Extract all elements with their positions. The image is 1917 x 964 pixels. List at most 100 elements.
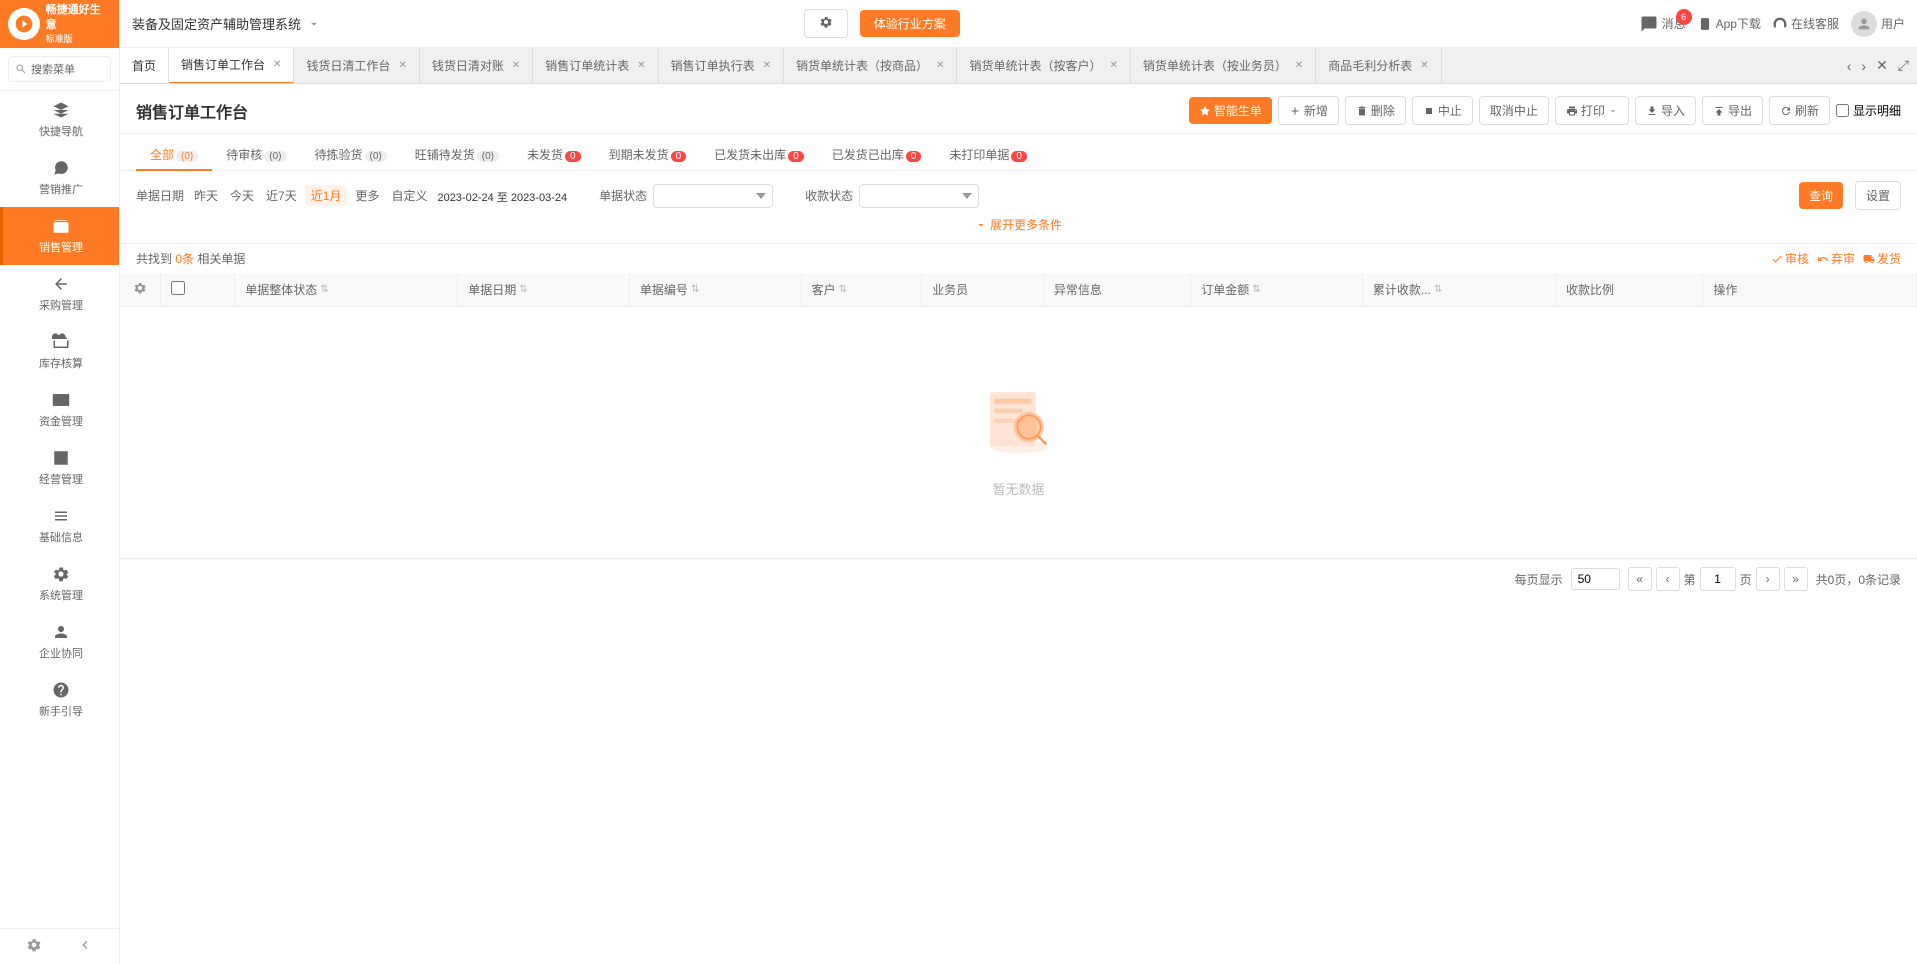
filter-tab-wangpu[interactable]: 旺铺待发货(0) [401,140,513,171]
tab-product-margin[interactable]: 商品毛利分析表 ✕ [1316,48,1441,84]
select-all-checkbox[interactable] [171,281,185,295]
date-btn-yesterday[interactable]: 昨天 [190,185,222,206]
print-btn[interactable]: 打印 [1555,96,1629,125]
sidebar-item-purchase[interactable]: 采购管理 [0,265,119,323]
sort-customer[interactable]: 客户 ⇅ [812,281,911,298]
tab-sales-order-workbench[interactable]: 销售订单工作台 ✕ [169,48,294,84]
online-service-btn[interactable]: 在线客服 [1773,15,1839,32]
page-number-input[interactable] [1700,567,1736,591]
add-btn[interactable]: 新增 [1278,96,1339,125]
show-detail-toggle[interactable]: 显示明细 [1836,102,1901,119]
page-last-btn[interactable]: » [1784,567,1808,591]
undo-review-action-btn[interactable]: 弃审 [1817,250,1855,267]
query-btn[interactable]: 查询 [1799,182,1843,209]
tab-close-all-btn[interactable]: ✕ [1872,55,1892,76]
page-title: 销售订单工作台 [136,99,248,123]
delete-btn[interactable]: 删除 [1345,96,1406,125]
tab-sales-order-stats[interactable]: 销售订单统计表 ✕ [533,48,658,84]
app-download-btn[interactable]: App下载 [1698,15,1761,32]
smart-create-btn[interactable]: 智能生单 [1189,97,1272,124]
tab-cash-daily[interactable]: 钱货日清工作台 ✕ [294,48,419,84]
sidebar-item-inventory[interactable]: 库存核算 [0,323,119,381]
tab-home[interactable]: 首页 [120,48,169,84]
tab-sales-stats-product[interactable]: 销货单统计表（按商品） ✕ [784,48,957,84]
th-collected: 累计收款... ⇅ [1362,273,1555,307]
tab-cash-reconcile[interactable]: 钱货日清对账 ✕ [420,48,533,84]
review-action-btn[interactable]: 审核 [1771,250,1809,267]
sidebar-item-basic-info[interactable]: 基础信息 [0,497,119,555]
payment-filter-select[interactable] [859,184,979,208]
sidebar-item-finance[interactable]: 资金管理 [0,381,119,439]
tab-close-btn[interactable]: ✕ [637,60,645,71]
import-btn[interactable]: 导入 [1635,96,1696,125]
show-detail-checkbox[interactable] [1836,104,1849,117]
industry-solution-btn[interactable]: 体验行业方案 [860,10,960,37]
sort-number[interactable]: 单据编号 ⇅ [640,281,791,298]
sidebar-item-sales[interactable]: 销售管理 [0,207,119,265]
sidebar-item-marketing[interactable]: 营销推广 [0,149,119,207]
settings-bottom-btn[interactable] [26,937,42,956]
tab-close-btn[interactable]: ✕ [936,60,944,71]
sidebar-item-enterprise[interactable]: 企业协同 [0,613,119,671]
refresh-btn[interactable]: 刷新 [1769,96,1830,125]
message-btn[interactable]: 6 消息 [1640,15,1686,33]
page-first-btn[interactable]: « [1628,567,1652,591]
column-settings-icon[interactable] [133,281,147,295]
stop-btn[interactable]: 中止 [1412,96,1473,125]
page-prev-btn[interactable]: ‹ [1656,567,1680,591]
tab-close-btn[interactable]: ✕ [1420,60,1428,71]
settings-gear-btn[interactable] [804,9,848,38]
tab-sales-stats-customer[interactable]: 销货单统计表（按客户） ✕ [957,48,1130,84]
sort-amount[interactable]: 订单金额 ⇅ [1201,281,1352,298]
filter-tab-all[interactable]: 全部(0) [136,140,212,171]
page-next-btn[interactable]: › [1756,567,1780,591]
export-btn[interactable]: 导出 [1702,96,1763,125]
expand-more-btn[interactable]: 展开更多条件 [975,216,1062,233]
date-btn-7days[interactable]: 近7天 [262,185,301,206]
tab-next-btn[interactable]: › [1857,56,1870,76]
date-btn-today[interactable]: 今天 [226,185,258,206]
tab-sales-stats-staff[interactable]: 销货单统计表（按业务员） ✕ [1131,48,1316,84]
ship-action-btn[interactable]: 发货 [1863,250,1901,267]
collapse-sidebar-btn[interactable] [77,937,93,956]
sidebar-item-system[interactable]: 系统管理 [0,555,119,613]
sidebar-item-label: 销售管理 [39,239,83,255]
cancel-stop-btn[interactable]: 取消中止 [1479,96,1549,125]
search-menu-button[interactable]: 搜索菜单 [8,56,111,82]
date-btn-custom[interactable]: 自定义 [387,185,431,206]
filter-tab-expired-not-shipped[interactable]: 到期未发货0 [595,140,701,171]
filter-tab-not-shipped[interactable]: 未发货0 [513,140,595,171]
user-profile-btn[interactable]: 用户 [1851,11,1905,37]
sidebar-item-guide[interactable]: 新手引导 [0,671,119,729]
tab-close-btn[interactable]: ✕ [1109,60,1117,71]
sidebar-item-label: 经营管理 [39,471,83,487]
filter-tab-shipped-out[interactable]: 已发货已出库0 [818,140,936,171]
tab-close-btn[interactable]: ✕ [273,59,281,70]
status-filter-select[interactable] [653,184,773,208]
th-abnormal: 异常信息 [1043,273,1190,307]
tab-close-btn[interactable]: ✕ [1295,60,1303,71]
tab-prev-btn[interactable]: ‹ [1843,56,1856,76]
filter-settings-btn[interactable]: 设置 [1855,181,1901,210]
filter-tab-shipped-not-out[interactable]: 已发货未出库0 [700,140,818,171]
tab-sales-order-exec[interactable]: 销售订单执行表 ✕ [659,48,784,84]
tab-close-btn[interactable]: ✕ [763,60,771,71]
filter-tab-not-printed[interactable]: 未打印单据0 [935,140,1041,171]
th-collected-label: 累计收款... [1373,281,1431,298]
print-dropdown-icon [1608,106,1618,116]
sidebar-item-quick-nav[interactable]: 快捷导航 [0,91,119,149]
sidebar-item-operations[interactable]: 经营管理 [0,439,119,497]
sort-collected[interactable]: 累计收款... ⇅ [1373,281,1545,298]
tab-close-btn[interactable]: ✕ [512,60,520,71]
filter-tab-pending-inspect[interactable]: 待拣验货(0) [301,140,401,171]
filter-tab-pending-review[interactable]: 待审核(0) [212,140,300,171]
th-customer-label: 客户 [812,281,836,298]
export-label: 导出 [1728,102,1752,119]
date-btn-more[interactable]: 更多 [351,185,383,206]
sort-date[interactable]: 单据日期 ⇅ [468,281,619,298]
tab-expand-btn[interactable]: ⤢ [1894,55,1913,76]
sort-status[interactable]: 单据整体状态 ⇅ [245,281,447,298]
date-btn-1month[interactable]: 近1月 [305,185,348,206]
page-size-select[interactable]: 20 50 100 [1571,568,1620,590]
tab-close-btn[interactable]: ✕ [398,60,406,71]
